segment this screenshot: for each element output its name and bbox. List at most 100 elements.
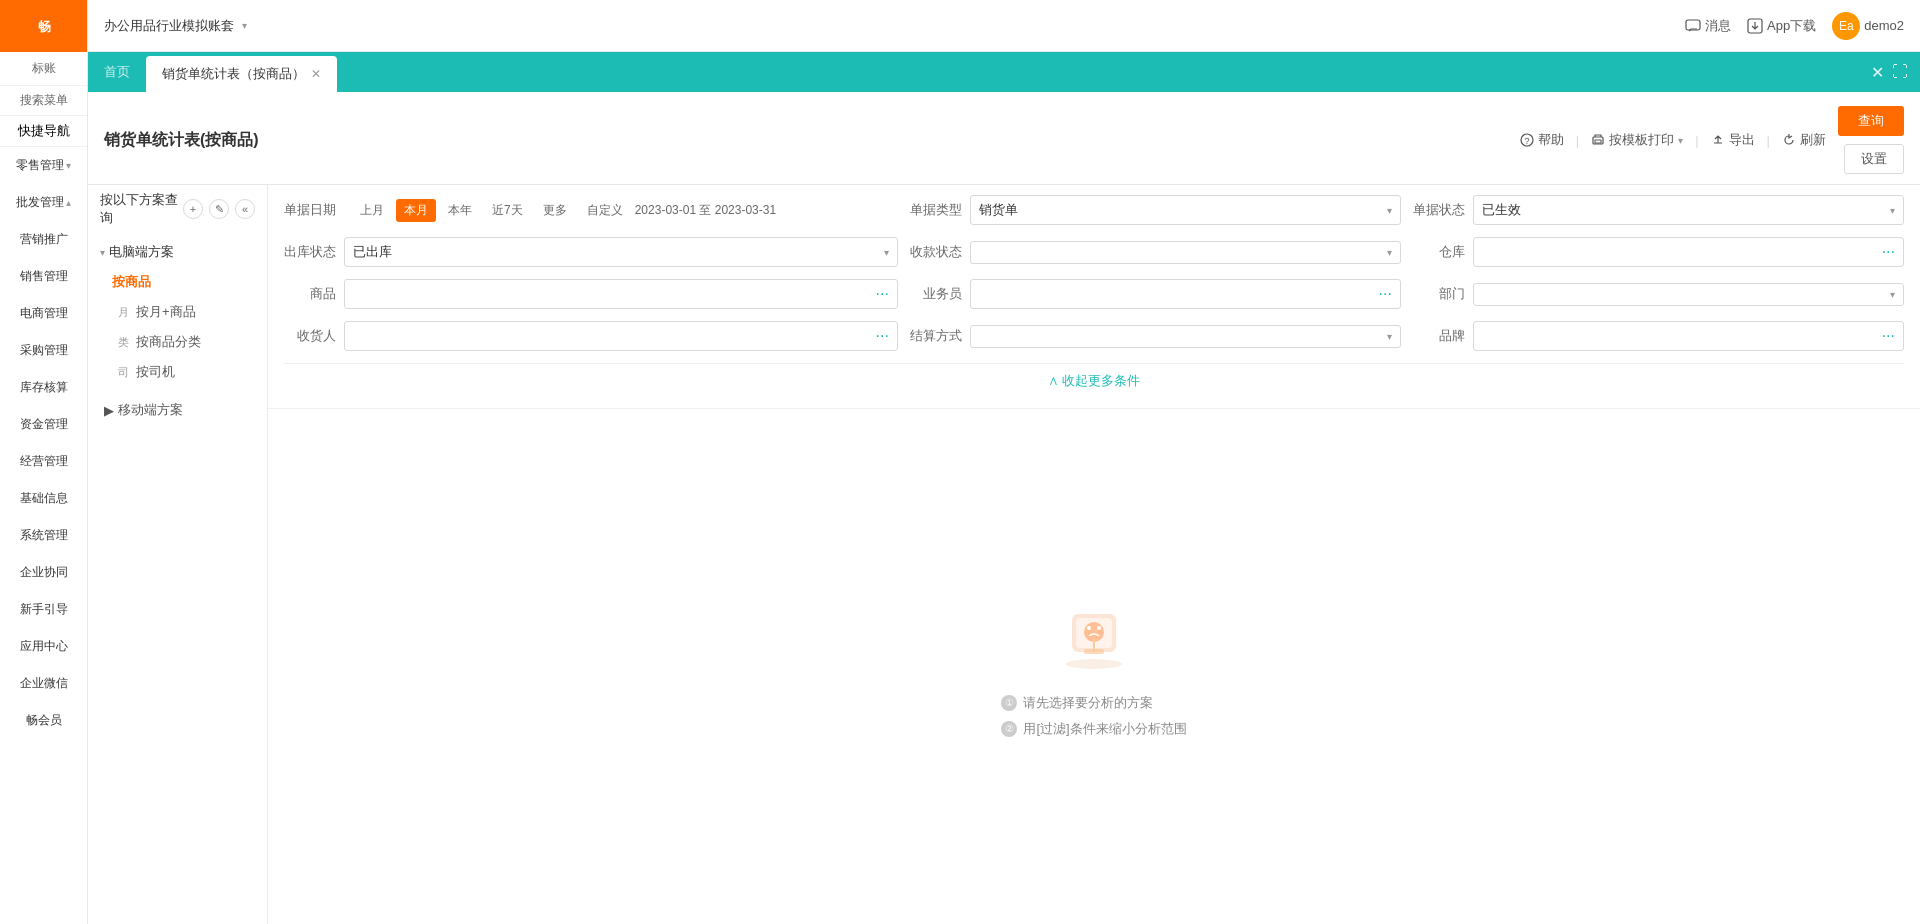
sidebar-item-wholesale[interactable]: 批发管理 ▴ — [0, 184, 87, 221]
tip-num-1: ① — [1001, 695, 1017, 711]
type-arrow-icon: ▾ — [1387, 205, 1392, 216]
goods-dots[interactable]: ··· — [876, 285, 889, 303]
brand-input[interactable]: ··· — [1473, 321, 1904, 351]
app-download-button[interactable]: App下载 — [1747, 17, 1816, 35]
add-scheme-icon[interactable]: + — [183, 199, 203, 219]
filter-row-4: 收货人 ··· 结算方式 ▾ — [284, 321, 1904, 351]
month-goods-icon: 月 — [116, 305, 130, 319]
scheme-item-by-goods[interactable]: 按商品 — [88, 267, 267, 297]
app-download-icon — [1747, 18, 1763, 34]
tip-text-1: 请先选择要分析的方案 — [1023, 690, 1153, 716]
sidebar-item-member[interactable]: 畅会员 — [0, 702, 87, 739]
empty-tips: ① 请先选择要分析的方案 ② 用[过滤]条件来缩小分析范围 — [1001, 690, 1186, 742]
shortcut-last-month[interactable]: 上月 — [352, 199, 392, 222]
dept-select[interactable]: ▾ — [1473, 283, 1904, 306]
tab-home[interactable]: 首页 — [88, 52, 146, 92]
logo-icon: 畅 — [26, 8, 62, 44]
wholesale-arrow-icon: ▴ — [66, 197, 71, 208]
brand-label: 品牌 — [1413, 327, 1473, 345]
receiver-dots[interactable]: ··· — [876, 327, 889, 345]
tab-home-label: 首页 — [104, 63, 130, 81]
refresh-button[interactable]: 刷新 — [1782, 131, 1826, 149]
out-select[interactable]: 已出库 ▾ — [344, 237, 898, 267]
scheme-item-month-goods[interactable]: 月 按月+商品 — [88, 297, 267, 327]
date-value[interactable]: 2023-03-01 至 2023-03-31 — [635, 202, 776, 219]
sidebar-nav[interactable]: 搜索菜单 — [0, 86, 87, 116]
sidebar-item-retail[interactable]: 零售管理 ▾ — [0, 147, 87, 184]
sidebar-item-operation-label: 经营管理 — [20, 454, 68, 468]
query-button[interactable]: 查询 — [1838, 106, 1904, 136]
edit-scheme-icon[interactable]: ✎ — [209, 199, 229, 219]
shortcut-custom[interactable]: 自定义 — [579, 199, 631, 222]
desktop-scheme-title[interactable]: ▾ 电脑端方案 — [88, 237, 267, 267]
sidebar-search[interactable]: 标账 — [0, 52, 87, 86]
scheme-item-category[interactable]: 类 按商品分类 — [88, 327, 267, 357]
brand-dots[interactable]: ··· — [1882, 327, 1895, 345]
print-dropdown-icon[interactable]: ▾ — [1678, 135, 1683, 146]
svg-point-14 — [1087, 626, 1091, 630]
sidebar-item-finance[interactable]: 资金管理 — [0, 406, 87, 443]
warehouse-input[interactable]: ··· — [1473, 237, 1904, 267]
sidebar-item-basic[interactable]: 基础信息 — [0, 480, 87, 517]
sidebar-item-inventory[interactable]: 库存核算 — [0, 369, 87, 406]
settings-button[interactable]: 设置 — [1844, 144, 1904, 174]
sidebar-item-guide[interactable]: 新手引导 — [0, 591, 87, 628]
status-field: 单据状态 已生效 ▾ — [1413, 195, 1904, 225]
receipt-select[interactable]: ▾ — [970, 241, 1401, 264]
receipt-arrow-icon: ▾ — [1387, 247, 1392, 258]
sidebar-item-operation[interactable]: 经营管理 — [0, 443, 87, 480]
collapse-bar[interactable]: ∧ 收起更多条件 — [284, 363, 1904, 398]
edit-icon: ✎ — [215, 203, 224, 216]
staff-dots[interactable]: ··· — [1379, 285, 1392, 303]
sidebar-item-ecommerce[interactable]: 电商管理 — [0, 295, 87, 332]
sidebar-item-sales[interactable]: 销售管理 — [0, 258, 87, 295]
sidebar-item-wholesale-label: 批发管理 — [16, 194, 64, 211]
scheme-item-month-goods-label: 按月+商品 — [136, 303, 196, 321]
receiver-input[interactable]: ··· — [344, 321, 898, 351]
scheme-item-driver[interactable]: 司 按司机 — [88, 357, 267, 387]
type-select[interactable]: 销货单 ▾ — [970, 195, 1401, 225]
sidebar-item-wechat[interactable]: 企业微信 — [0, 665, 87, 702]
warehouse-dots[interactable]: ··· — [1882, 243, 1895, 261]
shortcut-more[interactable]: 更多 — [535, 199, 575, 222]
out-label: 出库状态 — [284, 243, 344, 261]
message-button[interactable]: 消息 — [1685, 17, 1731, 35]
sidebar-item-app[interactable]: 应用中心 — [0, 628, 87, 665]
scheme-panel-icons: + ✎ « — [183, 199, 255, 219]
tab-close-icon[interactable]: ✕ — [311, 67, 321, 81]
header-dropdown-icon[interactable]: ▾ — [242, 20, 247, 31]
sidebar-item-purchase[interactable]: 采购管理 — [0, 332, 87, 369]
tab-expand-icon[interactable]: ⛶ — [1892, 63, 1908, 81]
collapse-scheme-icon[interactable]: « — [235, 199, 255, 219]
goods-field: 商品 ··· — [284, 279, 898, 309]
dept-label: 部门 — [1413, 285, 1473, 303]
tab-minimize-icon[interactable]: ✕ — [1871, 63, 1884, 82]
sidebar-item-enterprise[interactable]: 企业协同 — [0, 554, 87, 591]
sidebar-item-system[interactable]: 系统管理 — [0, 517, 87, 554]
filter-row-2: 出库状态 已出库 ▾ 收款状态 ▾ — [284, 237, 1904, 267]
shortcut-7days[interactable]: 近7天 — [484, 199, 531, 222]
print-button[interactable]: 按模板打印 ▾ — [1591, 131, 1683, 149]
shortcut-this-year[interactable]: 本年 — [440, 199, 480, 222]
page-title-row: 销货单统计表(按商品) ? 帮助 | 按模板打印 ▾ | 导出 | — [88, 92, 1920, 185]
export-button[interactable]: 导出 — [1711, 131, 1755, 149]
staff-input[interactable]: ··· — [970, 279, 1401, 309]
mobile-scheme-title[interactable]: ▶ 移动端方案 — [88, 395, 267, 425]
header-title-area: 办公用品行业模拟账套 ▾ — [104, 17, 247, 35]
user-profile[interactable]: Ea demo2 — [1832, 12, 1904, 40]
user-avatar: Ea — [1832, 12, 1860, 40]
shortcut-this-month[interactable]: 本月 — [396, 199, 436, 222]
sidebar-item-member-label: 畅会员 — [26, 713, 62, 727]
quick-nav[interactable]: 快捷导航 — [0, 116, 87, 147]
tab-sales-report[interactable]: 销货单统计表（按商品） ✕ — [146, 56, 337, 92]
goods-input[interactable]: ··· — [344, 279, 898, 309]
goods-label: 商品 — [284, 285, 344, 303]
sidebar-item-marketing[interactable]: 营销推广 — [0, 221, 87, 258]
top-header: 办公用品行业模拟账套 ▾ 消息 App下载 Ea demo2 — [88, 0, 1920, 52]
dept-field: 部门 ▾ — [1413, 283, 1904, 306]
header-right: 消息 App下载 Ea demo2 — [1685, 12, 1904, 40]
payment-select[interactable]: ▾ — [970, 325, 1401, 348]
help-button[interactable]: ? 帮助 — [1520, 131, 1564, 149]
desktop-arrow-icon: ▾ — [100, 247, 105, 258]
status-select[interactable]: 已生效 ▾ — [1473, 195, 1904, 225]
